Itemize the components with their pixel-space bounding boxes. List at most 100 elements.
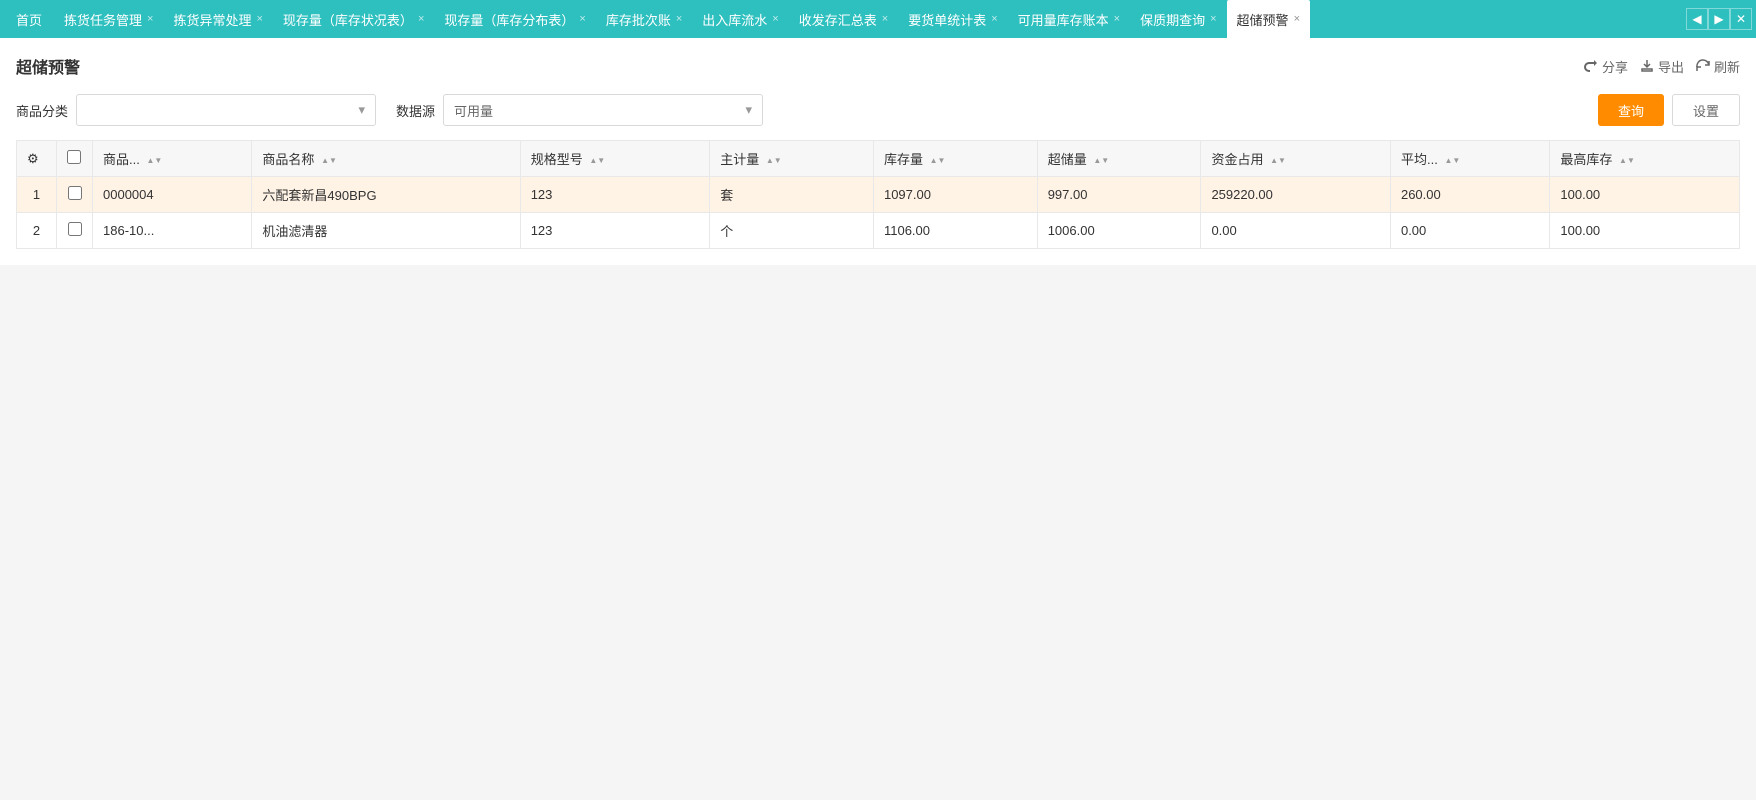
row-num: 1 [17, 177, 57, 213]
page-container: 超储预警 分享 导出 刷新 [0, 38, 1756, 265]
sort-icon: ▲▼ [1270, 157, 1286, 165]
table-header-row: ⚙ 商品... ▲▼ 商品名称 ▲▼ 规格型号 ▲▼ 主计 [17, 141, 1740, 177]
cell-product-code: 186-10... [93, 213, 252, 249]
page-header: 超储预警 分享 导出 刷新 [16, 54, 1740, 78]
th-avg[interactable]: 平均... ▲▼ [1390, 141, 1549, 177]
filter-row: 商品分类 ▾ 数据源 可用量 ▾ 查询 设置 [16, 94, 1740, 126]
row-checkbox-cell [57, 177, 93, 213]
cell-product-name: 六配套新昌490BPG [252, 177, 520, 213]
cell-spec: 123 [520, 213, 710, 249]
table-row: 1 0000004 六配套新昌490BPG 123 套 1097.00 997.… [17, 177, 1740, 213]
export-button[interactable]: 导出 [1640, 57, 1684, 76]
nav-arrow-right[interactable]: ▶ [1708, 8, 1730, 30]
cell-unit: 套 [710, 177, 874, 213]
chevron-down-icon: ▾ [746, 102, 753, 118]
th-gear: ⚙ [17, 141, 57, 177]
sort-icon: ▲▼ [1093, 157, 1109, 165]
nav-tab-6[interactable]: 收发存汇总表 × [789, 0, 898, 38]
cell-overstock: 1006.00 [1037, 213, 1201, 249]
header-actions: 分享 导出 刷新 [1584, 57, 1740, 76]
nav-tab-7[interactable]: 要货单统计表 × [898, 0, 1007, 38]
category-select[interactable]: ▾ [76, 94, 376, 126]
export-icon [1640, 59, 1654, 73]
cell-spec: 123 [520, 177, 710, 213]
close-icon[interactable]: × [1294, 13, 1300, 25]
chevron-down-icon: ▾ [358, 102, 365, 118]
close-icon[interactable]: × [1114, 13, 1120, 25]
th-product-name[interactable]: 商品名称 ▲▼ [252, 141, 520, 177]
th-max-inventory[interactable]: 最高库存 ▲▼ [1550, 141, 1740, 177]
gear-icon[interactable]: ⚙ [27, 151, 39, 166]
th-inventory[interactable]: 库存量 ▲▼ [873, 141, 1037, 177]
sort-icon: ▲▼ [1619, 157, 1635, 165]
share-icon [1584, 59, 1598, 73]
refresh-icon [1696, 59, 1710, 73]
close-icon[interactable]: × [991, 13, 997, 25]
th-capital[interactable]: 资金占用 ▲▼ [1201, 141, 1391, 177]
nav-arrow-close[interactable]: ✕ [1730, 8, 1752, 30]
page-title: 超储预警 [16, 54, 80, 78]
top-navigation: 首页 拣货任务管理 × 拣货异常处理 × 现存量（库存状况表） × 现存量（库存… [0, 0, 1756, 38]
sort-icon: ▲▼ [146, 157, 162, 165]
close-icon[interactable]: × [256, 13, 262, 25]
cell-avg: 260.00 [1390, 177, 1549, 213]
cell-inventory: 1106.00 [873, 213, 1037, 249]
settings-button[interactable]: 设置 [1672, 94, 1740, 126]
category-label: 商品分类 [16, 101, 68, 120]
filter-actions: 查询 设置 [1598, 94, 1740, 126]
cell-capital: 259220.00 [1201, 177, 1391, 213]
nav-tab-4[interactable]: 库存批次账 × [596, 0, 692, 38]
close-icon[interactable]: × [418, 13, 424, 25]
datasource-filter: 数据源 可用量 ▾ [396, 94, 763, 126]
share-button[interactable]: 分享 [1584, 57, 1628, 76]
nav-tab-10[interactable]: 超储预警 × [1227, 0, 1310, 38]
sort-icon: ▲▼ [1444, 157, 1460, 165]
close-icon[interactable]: × [676, 13, 682, 25]
cell-inventory: 1097.00 [873, 177, 1037, 213]
refresh-button[interactable]: 刷新 [1696, 57, 1740, 76]
nav-tab-9[interactable]: 保质期查询 × [1130, 0, 1226, 38]
cell-product-code: 0000004 [93, 177, 252, 213]
th-spec[interactable]: 规格型号 ▲▼ [520, 141, 710, 177]
row-checkbox[interactable] [68, 222, 82, 236]
cell-max-inventory: 100.00 [1550, 177, 1740, 213]
nav-tab-1[interactable]: 拣货异常处理 × [163, 0, 272, 38]
nav-tab-5[interactable]: 出入库流水 × [692, 0, 788, 38]
cell-avg: 0.00 [1390, 213, 1549, 249]
close-icon[interactable]: × [147, 13, 153, 25]
row-num: 2 [17, 213, 57, 249]
datasource-label: 数据源 [396, 101, 435, 120]
select-all-checkbox[interactable] [67, 150, 81, 164]
sort-icon: ▲▼ [321, 157, 337, 165]
row-checkbox-cell [57, 213, 93, 249]
datasource-value: 可用量 [454, 101, 493, 120]
cell-capital: 0.00 [1201, 213, 1391, 249]
data-table: ⚙ 商品... ▲▼ 商品名称 ▲▼ 规格型号 ▲▼ 主计 [16, 140, 1740, 249]
nav-tab-2[interactable]: 现存量（库存状况表） × [273, 0, 434, 38]
close-icon[interactable]: × [579, 13, 585, 25]
cell-unit: 个 [710, 213, 874, 249]
cell-product-name: 机油滤清器 [252, 213, 520, 249]
table-row: 2 186-10... 机油滤清器 123 个 1106.00 1006.00 … [17, 213, 1740, 249]
close-icon[interactable]: × [1210, 13, 1216, 25]
nav-tab-8[interactable]: 可用量库存账本 × [1008, 0, 1130, 38]
nav-arrows: ◀ ▶ ✕ [1686, 8, 1752, 30]
sort-icon: ▲▼ [766, 157, 782, 165]
th-product-code[interactable]: 商品... ▲▼ [93, 141, 252, 177]
nav-home[interactable]: 首页 [4, 0, 54, 38]
row-checkbox[interactable] [68, 186, 82, 200]
th-checkbox [57, 141, 93, 177]
close-icon[interactable]: × [772, 13, 778, 25]
nav-tab-3[interactable]: 现存量（库存分布表） × [434, 0, 595, 38]
cell-max-inventory: 100.00 [1550, 213, 1740, 249]
datasource-select[interactable]: 可用量 ▾ [443, 94, 763, 126]
th-unit[interactable]: 主计量 ▲▼ [710, 141, 874, 177]
sort-icon: ▲▼ [589, 157, 605, 165]
th-overstock[interactable]: 超储量 ▲▼ [1037, 141, 1201, 177]
query-button[interactable]: 查询 [1598, 94, 1664, 126]
nav-arrow-left[interactable]: ◀ [1686, 8, 1708, 30]
close-icon[interactable]: × [882, 13, 888, 25]
sort-icon: ▲▼ [930, 157, 946, 165]
category-filter: 商品分类 ▾ [16, 94, 376, 126]
nav-tab-0[interactable]: 拣货任务管理 × [54, 0, 163, 38]
